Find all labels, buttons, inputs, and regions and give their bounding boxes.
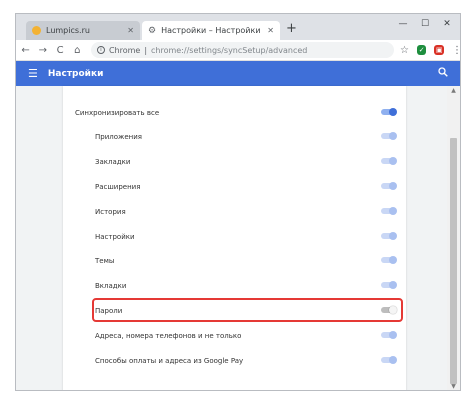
chrome-info-icon[interactable]: i (96, 46, 105, 54)
settings-content: Синхронизировать все Приложения Закладки… (16, 86, 460, 390)
sync-item-label: Адреса, номера телефонов и не только (95, 331, 242, 340)
passwords-highlight-box (92, 298, 403, 322)
scroll-down-arrow-icon[interactable]: ▼ (447, 382, 460, 390)
sync-item-label: Приложения (95, 132, 142, 141)
sync-item-extensions: Расширения (63, 174, 406, 199)
pdf-extension-icon[interactable]: ▣ (434, 45, 444, 55)
sync-item-bookmarks: Закладки (63, 149, 406, 174)
search-icon[interactable] (438, 67, 448, 80)
sync-item-label: Способы оплаты и адреса из Google Pay (95, 356, 244, 365)
new-tab-button[interactable]: + (286, 22, 297, 36)
window-controls: — ☐ ✕ (392, 16, 458, 32)
gear-icon: ⚙ (148, 25, 157, 36)
sync-extensions-toggle[interactable] (381, 182, 397, 190)
sync-bookmarks-toggle[interactable] (381, 157, 397, 165)
sync-themes-toggle[interactable] (381, 256, 397, 264)
sync-payments-toggle[interactable] (381, 356, 397, 364)
sync-item-tabs: Вкладки (63, 273, 406, 298)
forward-button[interactable]: → (35, 42, 50, 58)
settings-header: ☰ Настройки (16, 61, 460, 86)
url-separator: | (144, 45, 148, 55)
sync-item-label: Вкладки (95, 281, 127, 290)
sync-all-row[interactable]: Синхронизировать все (63, 100, 406, 125)
tab-close-icon[interactable]: ✕ (127, 26, 134, 35)
browser-toolbar: ← → C ⌂ i Chrome | chrome://settings/syn… (16, 40, 460, 61)
sync-item-settings: Настройки (63, 224, 406, 249)
sync-history-toggle[interactable] (381, 207, 397, 215)
sync-settings-card: Синхронизировать все Приложения Закладки… (63, 86, 406, 390)
sync-item-addresses: Адреса, номера телефонов и не только (63, 323, 406, 348)
scroll-up-arrow-icon[interactable]: ▲ (447, 86, 460, 96)
sync-item-label: История (95, 207, 126, 216)
tab-close-icon[interactable]: ✕ (267, 26, 274, 35)
sync-settings-toggle[interactable] (381, 232, 397, 240)
sync-item-apps: Приложения (63, 124, 406, 149)
sync-all-label: Синхронизировать все (75, 108, 160, 117)
close-window-button[interactable]: ✕ (436, 16, 458, 32)
maximize-button[interactable]: ☐ (414, 16, 436, 32)
tab-lumpics[interactable]: Lumpics.ru ✕ (26, 21, 140, 40)
sync-item-payments: Способы оплаты и адреса из Google Pay (63, 348, 406, 373)
page-title: Настройки (47, 68, 104, 79)
tab-title: Lumpics.ru (46, 26, 90, 35)
sync-tabs-toggle[interactable] (381, 281, 397, 289)
reload-button[interactable]: C (52, 42, 67, 58)
address-bar[interactable]: i Chrome | chrome://settings/syncSetup/a… (90, 42, 394, 58)
sync-item-label: Расширения (95, 182, 141, 191)
sync-item-themes: Темы (63, 248, 406, 273)
tab-strip: Lumpics.ru ✕ ⚙ Настройки – Настройки син… (16, 14, 460, 40)
tab-settings[interactable]: ⚙ Настройки – Настройки синхр ✕ (142, 21, 280, 40)
hamburger-menu-icon[interactable]: ☰ (28, 67, 38, 80)
browser-window: Lumpics.ru ✕ ⚙ Настройки – Настройки син… (15, 13, 461, 391)
sync-all-toggle[interactable] (381, 108, 397, 116)
sync-addresses-toggle[interactable] (381, 331, 397, 339)
sync-item-history: История (63, 199, 406, 224)
back-button[interactable]: ← (18, 42, 33, 58)
chrome-menu-button[interactable]: ⋮ (452, 45, 460, 56)
sync-item-label: Закладки (95, 157, 131, 166)
scrollbar-thumb[interactable] (450, 138, 457, 384)
url-text: chrome://settings/syncSetup/advanced (151, 45, 308, 55)
url-origin: Chrome (108, 45, 141, 55)
minimize-button[interactable]: — (392, 16, 414, 32)
shield-extension-icon[interactable]: ✓ (416, 45, 427, 55)
sync-item-label: Темы (95, 256, 115, 265)
bookmark-star-icon[interactable]: ☆ (400, 45, 409, 56)
sync-item-label: Настройки (95, 232, 135, 241)
tab-title: Настройки – Настройки синхр (161, 26, 263, 35)
page-scrollbar[interactable]: ▲ ▼ (447, 86, 460, 390)
home-button[interactable]: ⌂ (70, 42, 85, 58)
lumpics-favicon-icon (32, 26, 41, 35)
sync-apps-toggle[interactable] (381, 132, 397, 140)
